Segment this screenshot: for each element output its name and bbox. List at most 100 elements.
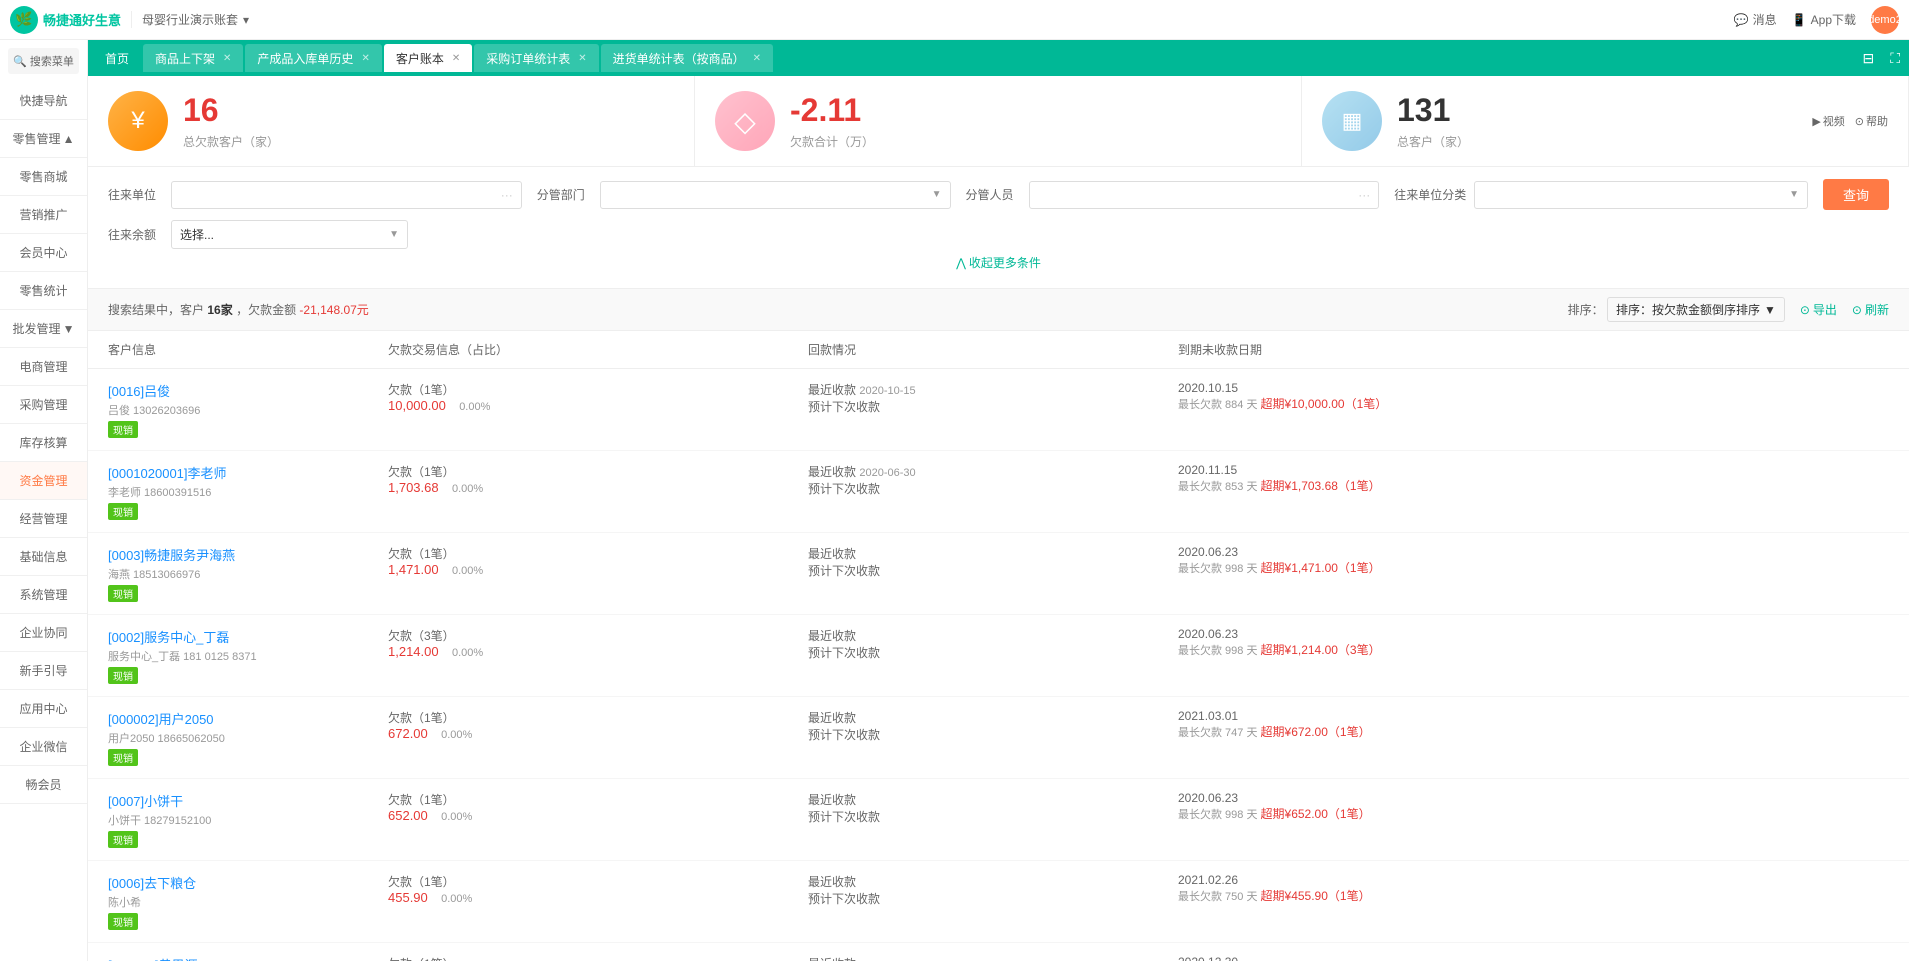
counterparty-input[interactable]: ··· (171, 181, 522, 209)
sidebar-item-app-center[interactable]: 应用中心 (0, 690, 87, 728)
stats-section: ¥ 16 总欠款客户（家） ◇ -2.11 欠款合计（万） ▦ (88, 76, 1909, 167)
overdue-link-1[interactable]: 超期¥1,703.68（1笔） (1261, 479, 1381, 493)
sidebar: 🔍 搜索菜单 快捷导航 零售管理▲ 零售商城 营销推广 会员中心 零售统计 批发… (0, 40, 88, 961)
category-arrow-icon: ▼ (1789, 189, 1799, 200)
export-button[interactable]: ⊙ 导出 (1800, 301, 1837, 318)
overdue-days-6: 最长欠款 750 天 (1178, 891, 1261, 903)
help-link[interactable]: ⊙ 帮助 (1855, 113, 1888, 129)
customer-name-3[interactable]: [0002]服务中心_丁磊 (108, 627, 348, 646)
tab-close-icon[interactable]: ✕ (452, 53, 460, 64)
tab-close-icon[interactable]: ✕ (578, 53, 586, 64)
overdue-info-2: 最长欠款 998 天 超期¥1,471.00（1笔） (1178, 559, 1889, 576)
collection-info-6: 最近收款 (808, 873, 1138, 890)
sidebar-item-finance[interactable]: 资金管理 (0, 462, 87, 500)
balance-arrow-icon: ▼ (389, 229, 399, 240)
table-row: [0006]去下粮仓 陈小希 现销 欠款（1笔） 455.90 0.00% 最近… (88, 861, 1909, 943)
sidebar-item-system[interactable]: 系统管理 (0, 576, 87, 614)
tab-home[interactable]: 首页 (93, 44, 141, 72)
sidebar-item-basic-info[interactable]: 基础信息 (0, 538, 87, 576)
collection-cell-1: 最近收款 2020-06-30 预计下次收款 (788, 451, 1158, 533)
customer-name-1[interactable]: [0001020001]李老师 (108, 463, 348, 482)
sidebar-item-marketing[interactable]: 营销推广 (0, 196, 87, 234)
collection-info-5: 最近收款 (808, 791, 1138, 808)
collection-info-0: 最近收款 2020-10-15 (808, 381, 1138, 398)
sidebar-item-enterprise-wechat[interactable]: 企业微信 (0, 728, 87, 766)
customer-name-6[interactable]: [0006]去下粮仓 (108, 873, 348, 892)
sidebar-search[interactable]: 🔍 搜索菜单 (0, 40, 87, 82)
debt-amount-row-2: 1,471.00 0.00% (388, 562, 768, 577)
sort-select[interactable]: 排序：按欠款金额倒序排序 ▼ (1607, 297, 1785, 322)
due-date-0: 2020.10.15 (1178, 381, 1889, 395)
overdue-info-0: 最长欠款 884 天 超期¥10,000.00（1笔） (1178, 395, 1889, 412)
sidebar-item-operations[interactable]: 经营管理 (0, 500, 87, 538)
app-download-button[interactable]: 📱 App下载 (1792, 11, 1856, 28)
due-date-cell-6: 2021.02.26 最长欠款 750 天 超期¥455.90（1笔） (1158, 861, 1909, 943)
tab-close-icon[interactable]: ✕ (753, 53, 761, 64)
sidebar-item-newbie[interactable]: 新手引导 (0, 652, 87, 690)
tab-production-history[interactable]: 产成品入库单历史 ✕ (245, 44, 381, 72)
debt-percent-3: 0.00% (452, 647, 483, 659)
person-input[interactable]: ··· (1029, 181, 1380, 209)
sidebar-item-retail-mall[interactable]: 零售商城 (0, 158, 87, 196)
sidebar-item-retail-mgmt[interactable]: 零售管理▲ (0, 120, 87, 158)
app-icon: 📱 (1792, 13, 1807, 27)
overdue-link-6[interactable]: 超期¥455.90（1笔） (1261, 889, 1371, 903)
sidebar-item-enterprise[interactable]: 企业协同 (0, 614, 87, 652)
filter-row-1: 往来单位 ··· 分管部门 ▼ 分管人员 (108, 179, 1889, 210)
tab-close-icon[interactable]: ✕ (361, 53, 369, 64)
customer-name-7[interactable]: [000001]黄思源 (108, 955, 348, 961)
department-arrow-icon: ▼ (932, 189, 942, 200)
customer-name-0[interactable]: [0016]吕俊 (108, 381, 348, 400)
balance-select[interactable]: 选择... ▼ (171, 220, 408, 249)
next-collection-3: 预计下次收款 (808, 644, 1138, 661)
tab-purchase-product-stats[interactable]: 进货单统计表（按商品） ✕ (601, 44, 773, 72)
search-button[interactable]: 查询 (1823, 179, 1889, 210)
tab-customer-account[interactable]: 客户账本 ✕ (384, 44, 472, 72)
col-due-date: 到期未收款日期 (1158, 331, 1909, 369)
department-select[interactable]: ▼ (600, 181, 951, 209)
video-link[interactable]: ▶ 视频 (1812, 113, 1844, 129)
table-row: [000002]用户2050 用户2050 18665062050 现销 欠款（… (88, 697, 1909, 779)
tab-expand-button[interactable]: ⛶ (1886, 50, 1904, 67)
sidebar-item-wholesale[interactable]: 批发管理▼ (0, 310, 87, 348)
customer-phone-5: 小饼干 18279152100 (108, 812, 348, 828)
debt-cell-0: 欠款（1笔） 10,000.00 0.00% (368, 369, 788, 451)
customer-tag-2: 现销 (108, 585, 138, 602)
sidebar-item-purchase[interactable]: 采购管理 (0, 386, 87, 424)
search-menu-button[interactable]: 🔍 搜索菜单 (8, 48, 79, 74)
overdue-link-2[interactable]: 超期¥1,471.00（1笔） (1261, 561, 1381, 575)
last-collection-label-6: 最近收款 (808, 875, 856, 889)
category-select[interactable]: ▼ (1474, 181, 1808, 209)
overdue-link-3[interactable]: 超期¥1,214.00（3笔） (1261, 643, 1381, 657)
tab-purchase-stats[interactable]: 采购订单统计表 ✕ (474, 44, 598, 72)
message-icon: 💬 (1734, 13, 1749, 27)
sidebar-item-quick-nav[interactable]: 快捷导航 (0, 82, 87, 120)
total-customers-label: 总客户（家） (1397, 133, 1469, 150)
collapse-button[interactable]: ⋀ 收起更多条件 (956, 249, 1041, 276)
customer-name-4[interactable]: [000002]用户2050 (108, 709, 348, 728)
overdue-link-4[interactable]: 超期¥672.00（1笔） (1261, 725, 1371, 739)
collection-cell-4: 最近收款 预计下次收款 (788, 697, 1158, 779)
due-date-cell-2: 2020.06.23 最长欠款 998 天 超期¥1,471.00（1笔） (1158, 533, 1909, 615)
sidebar-item-retail-stats[interactable]: 零售统计 (0, 272, 87, 310)
debt-amount-row-0: 10,000.00 0.00% (388, 398, 768, 413)
sidebar-item-member-plus[interactable]: 畅会员 (0, 766, 87, 804)
tab-product-listing[interactable]: 商品上下架 ✕ (143, 44, 243, 72)
tab-minimize-button[interactable]: ⊟ (1858, 50, 1878, 67)
customer-tag-6: 现销 (108, 913, 138, 930)
message-button[interactable]: 💬 消息 (1734, 11, 1777, 28)
sidebar-item-ecommerce[interactable]: 电商管理 (0, 348, 87, 386)
table-row: [000001]黄思源 黄思源 13552700226 现销 欠款（1笔） 42… (88, 943, 1909, 961)
sidebar-item-member[interactable]: 会员中心 (0, 234, 87, 272)
refresh-button[interactable]: ⊙ 刷新 (1852, 301, 1889, 318)
sort-prefix: 排序： (1568, 303, 1604, 317)
sidebar-item-inventory[interactable]: 库存核算 (0, 424, 87, 462)
store-selector[interactable]: 母婴行业演示账套 ▾ (131, 11, 249, 28)
customer-cell-7: [000001]黄思源 黄思源 13552700226 现销 (88, 943, 368, 961)
tab-close-icon[interactable]: ✕ (223, 53, 231, 64)
customer-name-5[interactable]: [0007]小饼干 (108, 791, 348, 810)
overdue-link-0[interactable]: 超期¥10,000.00（1笔） (1261, 397, 1388, 411)
overdue-link-5[interactable]: 超期¥652.00（1笔） (1261, 807, 1371, 821)
customer-name-2[interactable]: [0003]畅捷服务尹海燕 (108, 545, 348, 564)
avatar[interactable]: demo2 (1871, 6, 1899, 34)
